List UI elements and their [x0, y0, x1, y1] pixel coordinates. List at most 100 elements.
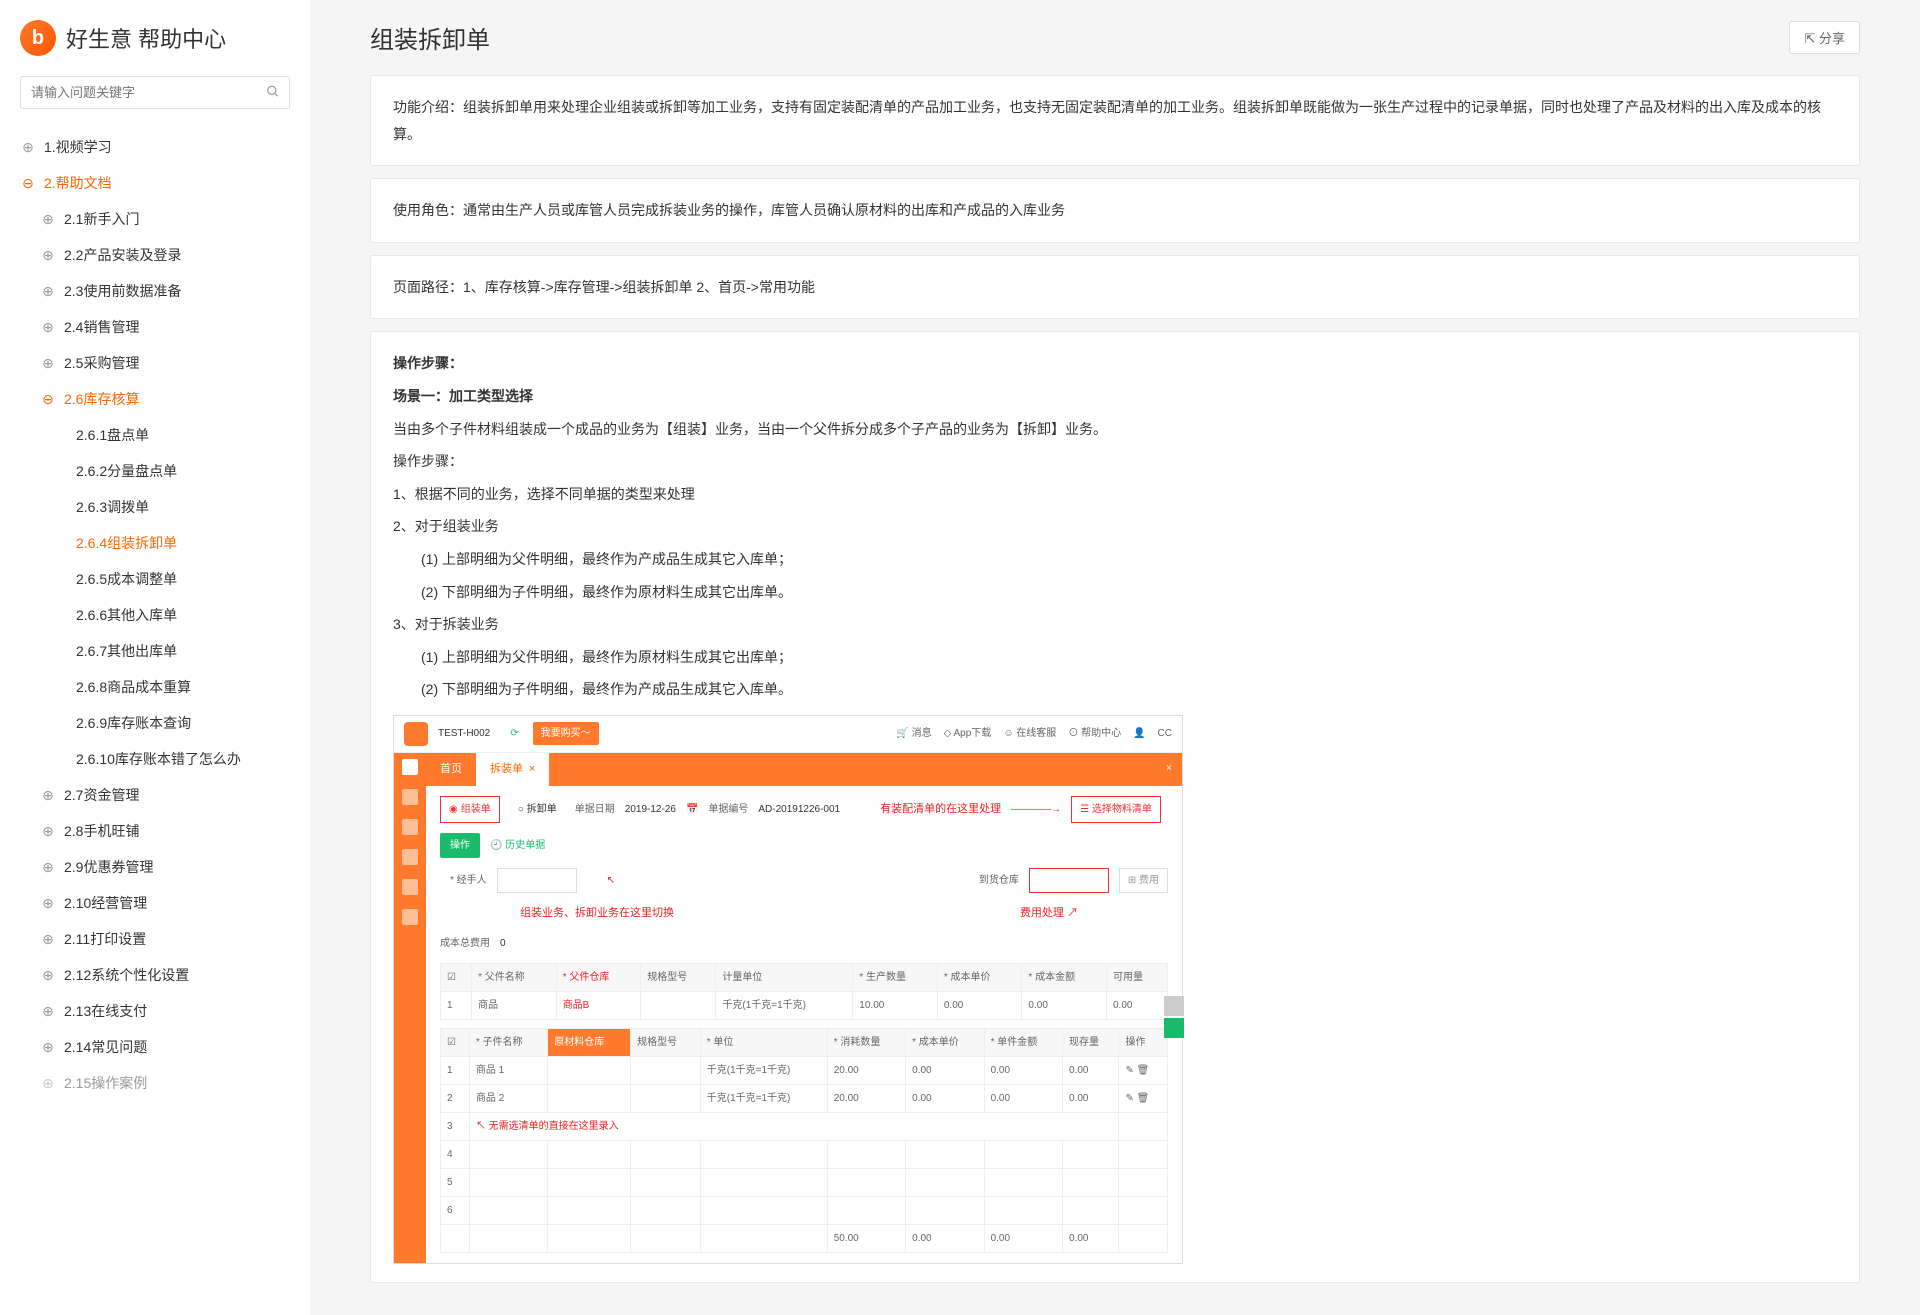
- steps-sub: 操作步骤：: [393, 448, 1837, 475]
- plus-icon: ⊕: [20, 139, 36, 155]
- search-box: [20, 76, 290, 109]
- share-button[interactable]: ⇱ 分享: [1789, 21, 1860, 54]
- nav-2-6-4[interactable]: 2.6.4组装拆卸单: [20, 525, 290, 561]
- minus-icon: ⊖: [20, 175, 36, 191]
- ss-side-icon: [1164, 1018, 1184, 1038]
- main: 组装拆卸单 ⇱ 分享 功能介绍：组装拆卸单用来处理企业组装或拆卸等加工业务，支持…: [310, 0, 1920, 1315]
- nav-2-2[interactable]: ⊕2.2产品安装及登录: [20, 237, 290, 273]
- nav-2-6-5[interactable]: 2.6.5成本调整单: [20, 561, 290, 597]
- ss-user: CC: [1158, 724, 1172, 743]
- nav-2-6-3[interactable]: 2.6.3调拨单: [20, 489, 290, 525]
- step-2: 2、对于组装业务: [393, 513, 1837, 540]
- arrow-icon: ————→: [1011, 800, 1061, 819]
- ss-handler-label: * 经手人: [450, 871, 487, 890]
- ss-cart-icon: 🛒 消息: [896, 724, 931, 743]
- nav-2-11[interactable]: ⊕2.11打印设置: [20, 921, 290, 957]
- search-input[interactable]: [20, 76, 290, 109]
- ss-wh-label: 到货仓库: [979, 871, 1019, 890]
- site-title: 好生意 帮助中心: [66, 22, 226, 54]
- steps-heading: 操作步骤：: [393, 350, 1837, 377]
- ss-help-link: ⊙ 帮助中心: [1068, 724, 1121, 743]
- nav-2-10[interactable]: ⊕2.10经营管理: [20, 885, 290, 921]
- ss-code-val: AD-20191226-001: [758, 800, 840, 819]
- nav-2-4[interactable]: ⊕2.4销售管理: [20, 309, 290, 345]
- search-icon[interactable]: [266, 84, 280, 101]
- nav-2-6-8[interactable]: 2.6.8商品成本重算: [20, 669, 290, 705]
- nav-2-12[interactable]: ⊕2.12系统个性化设置: [20, 957, 290, 993]
- plus-icon: ⊕: [40, 247, 56, 263]
- ss-left-nav: [394, 753, 426, 1263]
- nav-2-7[interactable]: ⊕2.7资金管理: [20, 777, 290, 813]
- nav-2-6-9[interactable]: 2.6.9库存账本查询: [20, 705, 290, 741]
- nav-2-6-6[interactable]: 2.6.6其他入库单: [20, 597, 290, 633]
- plus-icon: ⊕: [40, 823, 56, 839]
- plus-icon: ⊕: [40, 859, 56, 875]
- nav-2-8[interactable]: ⊕2.8手机旺铺: [20, 813, 290, 849]
- nav-2-15[interactable]: ⊕2.15操作案例: [20, 1065, 290, 1101]
- nav-2-5[interactable]: ⊕2.5采购管理: [20, 345, 290, 381]
- path-card: 页面路径：1、库存核算->库存管理->组装拆卸单 2、首页->常用功能: [370, 255, 1860, 320]
- scene-desc: 当由多个子件材料组装成一个成品的业务为【组装】业务，当由一个父件拆分成多个子产品…: [393, 416, 1837, 443]
- nav-2-6[interactable]: ⊖2.6库存核算: [20, 381, 290, 417]
- nav-video[interactable]: ⊕1.视频学习: [20, 129, 290, 165]
- plus-icon: ⊕: [40, 1003, 56, 1019]
- ss-radio-disassemble: ○ 拆卸单: [510, 797, 565, 822]
- nav-docs[interactable]: ⊖2.帮助文档: [20, 165, 290, 201]
- ss-tabs: 首页 拆装单× ×: [426, 753, 1182, 786]
- embedded-screenshot: TEST-H002 ⟳ 我要购买～ 🛒 消息 ◇ App下载 ☺ 在线客服 ⊙ …: [393, 715, 1183, 1264]
- plus-icon: ⊕: [40, 1075, 56, 1091]
- nav-2-1[interactable]: ⊕2.1新手入门: [20, 201, 290, 237]
- plus-icon: ⊕: [40, 895, 56, 911]
- intro-label: 功能介绍：: [393, 99, 463, 115]
- ss-handler-input: [497, 868, 577, 893]
- page-title: 组装拆卸单: [370, 20, 490, 55]
- nav-2-3[interactable]: ⊕2.3使用前数据准备: [20, 273, 290, 309]
- nav-2-6-2[interactable]: 2.6.2分量盘点单: [20, 453, 290, 489]
- ss-child-table: ☑ * 子件名称 原材料仓库 规格型号 * 单位 * 消耗数量 * 成本单价 *…: [440, 1028, 1168, 1253]
- ss-wh-input: [1029, 868, 1109, 893]
- ss-tab-home: 首页: [426, 753, 476, 786]
- logo: b 好生意 帮助中心: [20, 20, 290, 56]
- step-3a: (1) 上部明细为父件明细，最终作为原材料生成其它出库单；: [393, 644, 1837, 671]
- step-1: 1、根据不同的业务，选择不同单据的类型来处理: [393, 481, 1837, 508]
- ss-side-buttons: [1164, 996, 1184, 1038]
- header: 组装拆卸单 ⇱ 分享: [370, 20, 1860, 55]
- ss-code-label: 单据编号: [708, 800, 748, 819]
- step-3b: (2) 下部明细为子件明细，最终作为产成品生成其它入库单。: [393, 676, 1837, 703]
- ss-app-link: ◇ App下载: [944, 724, 992, 743]
- ss-env: TEST-H002: [438, 724, 490, 743]
- path-text: 1、库存核算->库存管理->组装拆卸单 2、首页->常用功能: [463, 279, 815, 295]
- ss-cost-btn: ⊞ 费用: [1119, 868, 1168, 893]
- nav-2-6-7[interactable]: 2.6.7其他出库单: [20, 633, 290, 669]
- plus-icon: ⊕: [40, 283, 56, 299]
- plus-icon: ⊕: [40, 211, 56, 227]
- sidebar: b 好生意 帮助中心 ⊕1.视频学习 ⊖2.帮助文档 ⊕2.1新手入门 ⊕2.2…: [0, 0, 310, 1315]
- plus-icon: ⊕: [40, 355, 56, 371]
- ss-home-icon: [402, 759, 418, 775]
- ss-trial-btn: 我要购买～: [533, 722, 599, 745]
- role-label: 使用角色：: [393, 202, 463, 218]
- role-card: 使用角色：通常由生产人员或库管人员完成拆装业务的操作，库管人员确认原材料的出库和…: [370, 178, 1860, 243]
- nav-2-6-1[interactable]: 2.6.1盘点单: [20, 417, 290, 453]
- ss-cost-total-val: 0: [500, 934, 506, 953]
- plus-icon: ⊕: [40, 1039, 56, 1055]
- ss-parent-table: ☑ * 父件名称 * 父件仓库 规格型号 计量单位 * 生产数量 * 成本单价 …: [440, 963, 1168, 1020]
- ss-ann-cost: 费用处理 ↗: [1020, 903, 1078, 924]
- nav-2-14[interactable]: ⊕2.14常见问题: [20, 1029, 290, 1065]
- ss-template-btn: ☰ 选择物料清单: [1071, 796, 1161, 823]
- intro-text: 组装拆卸单用来处理企业组装或拆卸等加工业务，支持有固定装配清单的产品加工业务，也…: [393, 99, 1821, 142]
- ss-tab-close-icon: ×: [1156, 753, 1182, 786]
- ss-refresh-icon: ⟳: [510, 724, 518, 743]
- ss-ann-noinput: 无需选清单的直接在这里录入: [489, 1121, 619, 1132]
- ss-calendar-icon: 📅: [686, 800, 698, 819]
- nav-2-6-10[interactable]: 2.6.10库存账本错了怎么办: [20, 741, 290, 777]
- plus-icon: ⊕: [40, 967, 56, 983]
- ss-nav-icon: [402, 819, 418, 835]
- ss-nav-icon: [402, 879, 418, 895]
- logo-icon: b: [20, 20, 56, 56]
- close-icon: ×: [529, 763, 535, 775]
- share-icon: ⇱: [1804, 31, 1819, 46]
- nav-2-9[interactable]: ⊕2.9优惠券管理: [20, 849, 290, 885]
- step-2a: (1) 上部明细为父件明细，最终作为产成品生成其它入库单；: [393, 546, 1837, 573]
- nav-2-13[interactable]: ⊕2.13在线支付: [20, 993, 290, 1029]
